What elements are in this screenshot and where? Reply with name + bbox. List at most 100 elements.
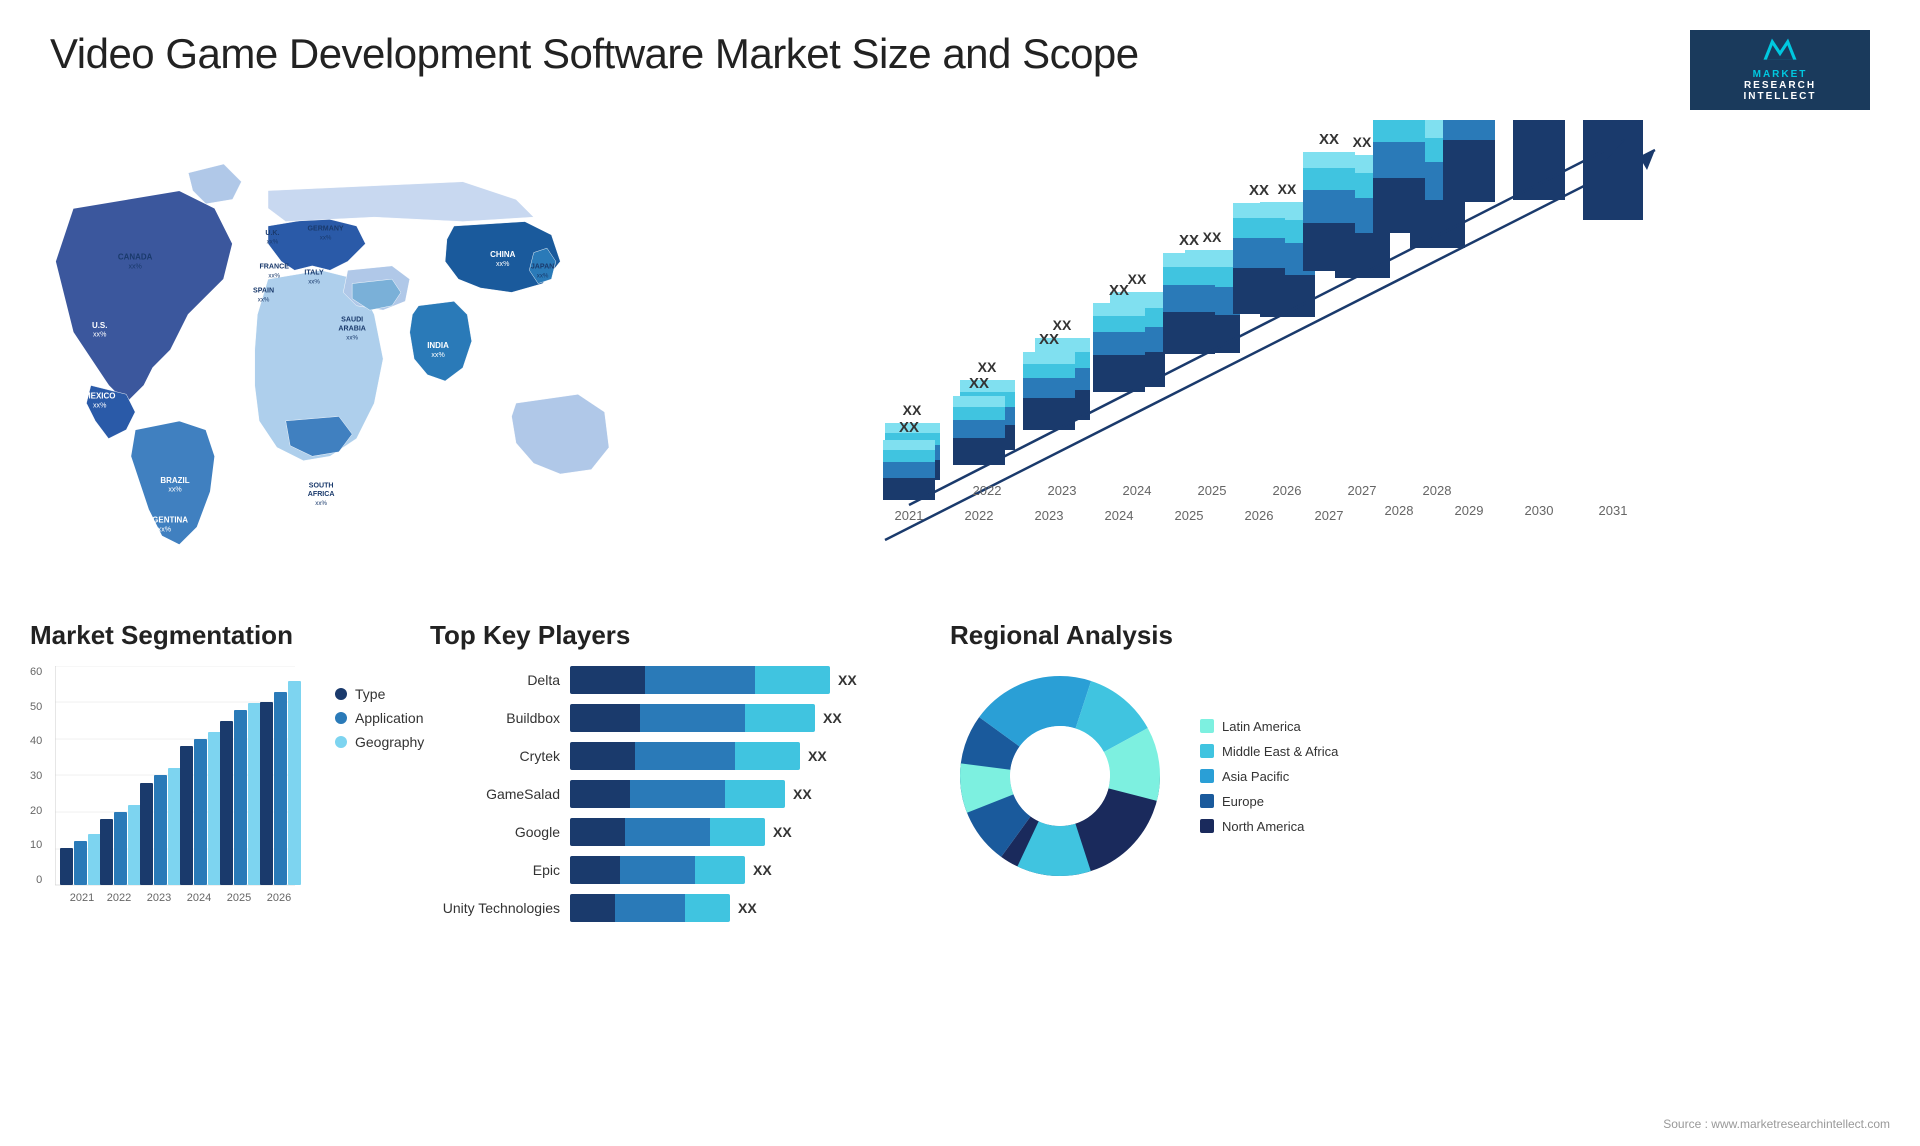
- svg-text:xx%: xx%: [158, 526, 172, 534]
- svg-text:XX: XX: [903, 402, 922, 418]
- bar-chart-section: XX 2021 XX 2022 XX 2023: [650, 120, 1900, 580]
- segmentation-title: Market Segmentation: [30, 620, 410, 651]
- type-dot: [335, 688, 347, 700]
- geography-label: Geography: [355, 734, 424, 750]
- svg-text:2022: 2022: [107, 892, 131, 904]
- player-bar-unity: XX: [570, 894, 930, 922]
- epic-xx: XX: [753, 862, 772, 878]
- key-players-section: Top Key Players Delta XX Buildbox: [430, 620, 930, 1020]
- svg-text:XX: XX: [1353, 134, 1372, 150]
- na-square: [1200, 819, 1214, 833]
- svg-text:xx%: xx%: [168, 486, 182, 494]
- europe-label: Europe: [1222, 794, 1264, 809]
- svg-text:2024: 2024: [187, 892, 211, 904]
- key-players-title: Top Key Players: [430, 620, 930, 651]
- application-dot: [335, 712, 347, 724]
- player-name-unity: Unity Technologies: [430, 900, 560, 916]
- svg-text:xx%: xx%: [537, 272, 549, 279]
- player-name-epic: Epic: [430, 862, 560, 878]
- unity-xx: XX: [738, 900, 757, 916]
- segmentation-section: Market Segmentation 60 50 40 30 20 10 0: [30, 620, 410, 1020]
- type-label: Type: [355, 686, 385, 702]
- application-label: Application: [355, 710, 424, 726]
- mexico-label: MEXICO: [84, 392, 115, 401]
- buildbox-xx: XX: [823, 710, 842, 726]
- player-bar-crytek: XX: [570, 742, 930, 770]
- regional-title: Regional Analysis: [950, 620, 1890, 651]
- top-content: CANADA xx% U.S. xx% MEXICO xx% BRAZIL xx…: [0, 120, 1920, 600]
- france-label: FRANCE: [259, 263, 289, 271]
- svg-text:ARABIA: ARABIA: [338, 325, 366, 333]
- svg-text:xx%: xx%: [258, 296, 270, 303]
- bottom-content: Market Segmentation 60 50 40 30 20 10 0: [0, 600, 1920, 1040]
- y-label-30: 30: [30, 770, 42, 782]
- legend-geography: Geography: [335, 734, 424, 750]
- player-bar-google: XX: [570, 818, 930, 846]
- crytek-xx: XX: [808, 748, 827, 764]
- saudi-label: SAUDI: [341, 316, 363, 324]
- svg-text:2021: 2021: [70, 892, 94, 904]
- players-list: Delta XX Buildbox: [430, 666, 930, 922]
- legend-asia-pacific: Asia Pacific: [1200, 769, 1338, 784]
- legend-application: Application: [335, 710, 424, 726]
- canada-label: CANADA: [118, 253, 153, 262]
- svg-text:XX: XX: [1128, 271, 1147, 287]
- svg-text:2027: 2027: [1348, 483, 1377, 498]
- southafrica-label: SOUTH: [309, 481, 334, 489]
- google-xx: XX: [773, 824, 792, 840]
- legend-north-america: North America: [1200, 819, 1338, 834]
- svg-text:2024: 2024: [1123, 483, 1152, 498]
- donut-hole: [1010, 726, 1110, 826]
- bar-2023: XX 2023: [1035, 317, 1090, 498]
- bar-2028: XX 2028: [1410, 120, 1465, 498]
- player-bar-gamesalad: XX: [570, 780, 930, 808]
- y-label-10: 10: [30, 839, 42, 851]
- donut-chart: [950, 666, 1170, 886]
- header: Video Game Development Software Market S…: [0, 0, 1920, 120]
- svg-text:xx%: xx%: [268, 272, 280, 279]
- latam-square: [1200, 719, 1214, 733]
- geography-dot: [335, 736, 347, 748]
- player-bar-delta: XX: [570, 666, 930, 694]
- logo-box: MARKET RESEARCH INTELLECT: [1690, 30, 1870, 110]
- svg-text:2026: 2026: [1273, 483, 1302, 498]
- latam-label: Latin America: [1222, 719, 1301, 734]
- bar-2024: XX 2024: [1110, 271, 1165, 498]
- player-unity: Unity Technologies XX: [430, 894, 930, 922]
- svg-text:xx%: xx%: [128, 263, 142, 271]
- player-name-delta: Delta: [430, 672, 560, 688]
- mea-square: [1200, 744, 1214, 758]
- legend-mea: Middle East & Africa: [1200, 744, 1338, 759]
- svg-text:xx%: xx%: [320, 234, 332, 241]
- regional-section: Regional Analysis Latin America: [950, 620, 1890, 1020]
- svg-text:2025: 2025: [227, 892, 251, 904]
- svg-text:xx%: xx%: [267, 239, 279, 246]
- svg-text:xx%: xx%: [308, 279, 320, 286]
- player-google: Google XX: [430, 818, 930, 846]
- svg-text:XX: XX: [978, 359, 997, 375]
- bar-chart-svg: XX 2021 XX 2022 XX 2023: [670, 120, 1880, 580]
- logo-icon: [1760, 38, 1800, 65]
- player-delta: Delta XX: [430, 666, 930, 694]
- y-label-50: 50: [30, 701, 42, 713]
- svg-text:XX: XX: [1278, 181, 1297, 197]
- logo-area: MARKET RESEARCH INTELLECT: [1690, 30, 1870, 110]
- brazil-label: BRAZIL: [160, 476, 189, 485]
- svg-text:2028: 2028: [1423, 483, 1452, 498]
- svg-text:xx%: xx%: [431, 351, 445, 359]
- player-buildbox: Buildbox XX: [430, 704, 930, 732]
- world-map-svg: CANADA xx% U.S. xx% MEXICO xx% BRAZIL xx…: [20, 120, 640, 580]
- svg-text:xx%: xx%: [346, 334, 358, 341]
- player-name-google: Google: [430, 824, 560, 840]
- svg-text:xx%: xx%: [315, 500, 327, 507]
- china-label: CHINA: [490, 250, 515, 259]
- bar-2026: XX 2026: [1260, 181, 1315, 498]
- svg-text:2023: 2023: [147, 892, 171, 904]
- europe-square: [1200, 794, 1214, 808]
- gamesalad-xx: XX: [793, 786, 812, 802]
- svg-text:2022: 2022: [973, 483, 1002, 498]
- uk-label: U.K.: [265, 229, 279, 237]
- seg-chart-svg: 2021 2022 2023 2024: [55, 666, 315, 926]
- y-label-60: 60: [30, 666, 42, 678]
- player-crytek: Crytek XX: [430, 742, 930, 770]
